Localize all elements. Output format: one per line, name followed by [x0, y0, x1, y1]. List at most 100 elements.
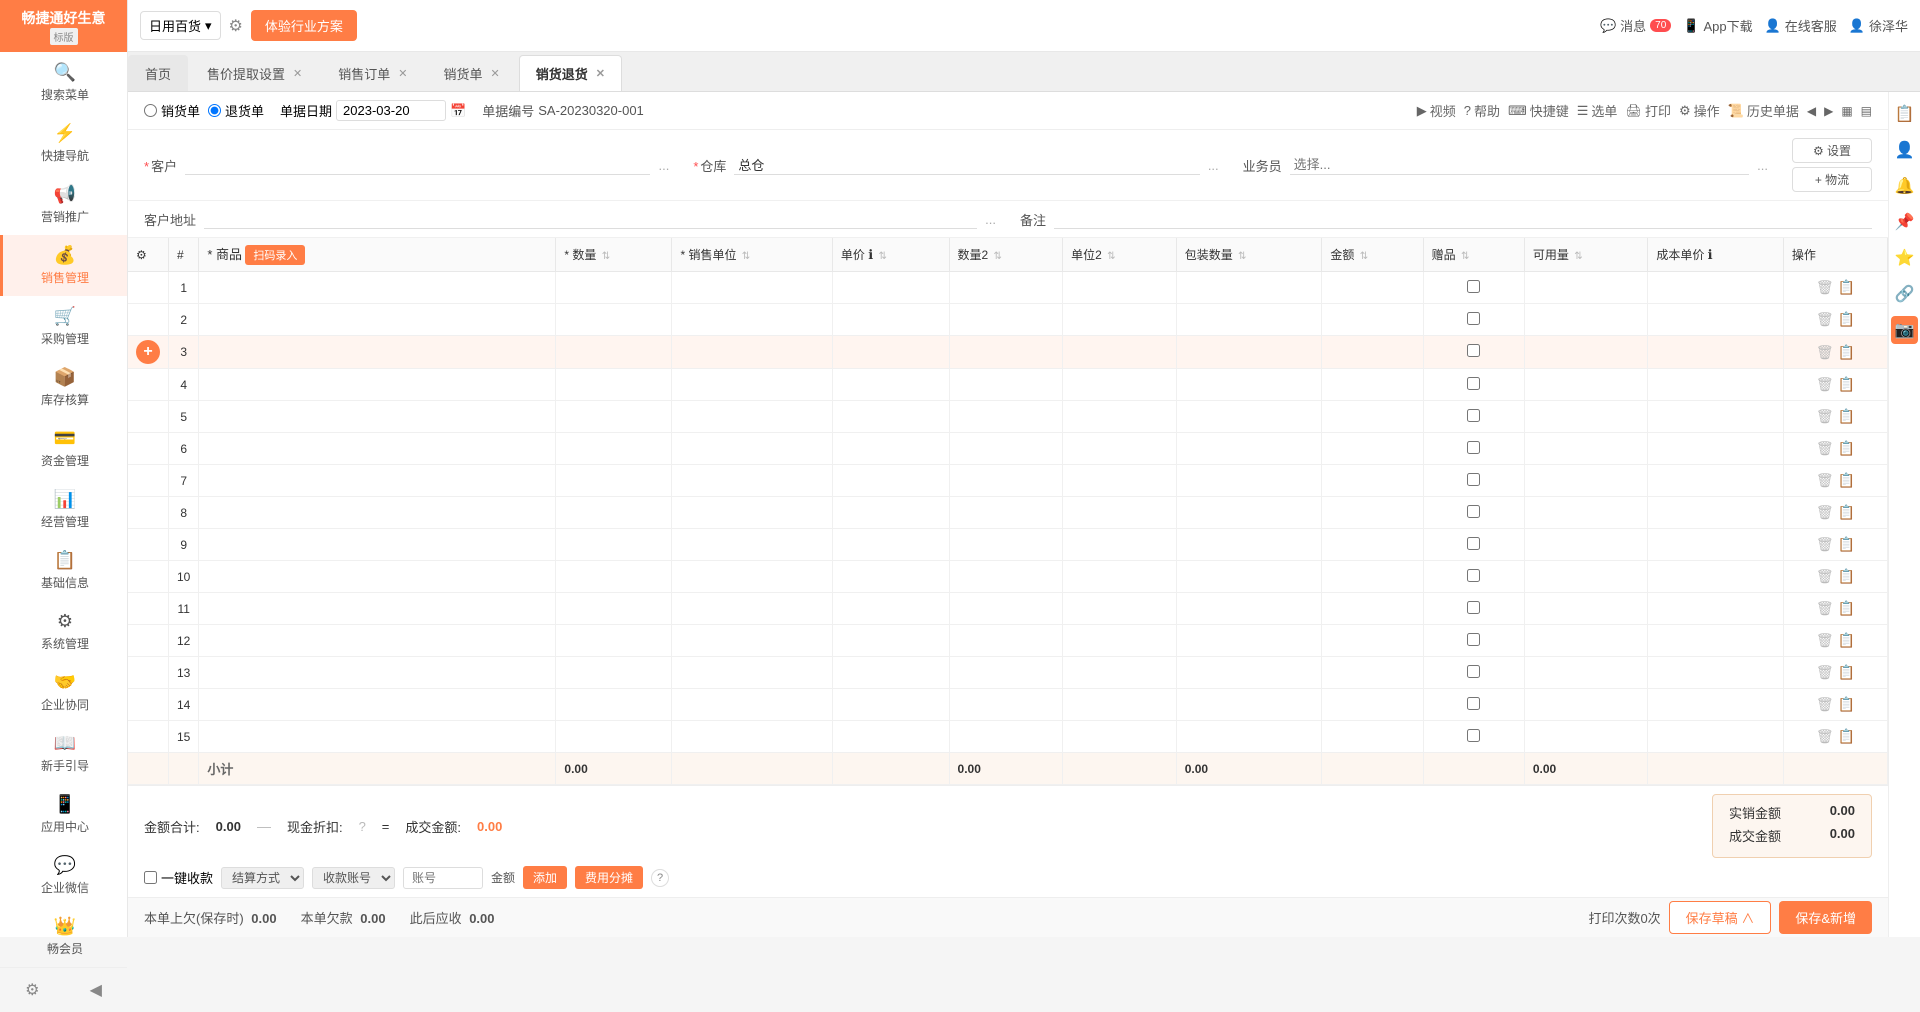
product-input-active[interactable] [207, 345, 547, 360]
gift-checkbox[interactable] [1467, 312, 1480, 325]
sidebar-item-guide[interactable]: 📖 新手引导 [0, 723, 127, 784]
row-qty2[interactable] [949, 336, 1063, 369]
row-sales-unit[interactable] [672, 336, 832, 369]
price-sort-icon[interactable]: ⇅ [879, 251, 887, 262]
qty2-sort-icon[interactable]: ⇅ [994, 251, 1002, 262]
help-btn[interactable]: ? 帮助 [1464, 101, 1500, 120]
account-input[interactable] [403, 867, 483, 889]
save-new-btn[interactable]: 保存&新增 [1779, 901, 1872, 934]
copy-icon[interactable]: 📋 [1838, 664, 1855, 681]
row-pack-qty[interactable] [1176, 272, 1322, 304]
gift-checkbox[interactable] [1467, 473, 1480, 486]
copy-icon[interactable]: 📋 [1838, 311, 1855, 328]
video-btn[interactable]: ▶ 视频 [1417, 101, 1456, 120]
scan-btn[interactable]: 扫码录入 [245, 245, 305, 265]
row-unit-price[interactable] [832, 336, 949, 369]
sidebar-item-marketing[interactable]: 📢 营销推广 [0, 174, 127, 235]
row-pack-qty[interactable] [1176, 304, 1322, 336]
staff-input[interactable] [1290, 155, 1749, 175]
sidebar-item-search[interactable]: 🔍 搜索菜单 [0, 52, 127, 113]
user-profile-btn[interactable]: 👤 徐泽华 [1849, 16, 1908, 35]
online-service-btn[interactable]: 👤 在线客服 [1765, 16, 1837, 35]
row-cost-price[interactable] [1648, 336, 1784, 369]
copy-icon[interactable]: 📋 [1838, 408, 1855, 425]
payment-help-btn[interactable]: ? [651, 869, 669, 887]
delete-icon[interactable]: 🗑 [1816, 536, 1834, 553]
copy-icon[interactable]: 📋 [1838, 632, 1855, 649]
row-unit2[interactable] [1063, 336, 1177, 369]
shortcut-btn[interactable]: ⌨ 快捷键 [1508, 101, 1569, 120]
gift-checkbox[interactable] [1467, 280, 1480, 293]
copy-icon[interactable]: 📋 [1838, 600, 1855, 617]
unit-sort-icon[interactable]: ⇅ [742, 251, 750, 262]
row-available[interactable] [1524, 336, 1647, 369]
row-gift[interactable] [1423, 304, 1524, 336]
sidebar-item-inventory[interactable]: 📦 库存核算 [0, 357, 127, 418]
delete-icon[interactable]: 🗑 [1816, 472, 1834, 489]
right-star-btn[interactable]: ⭐ [1891, 244, 1919, 272]
sidebar-item-system[interactable]: ⚙ 系统管理 [0, 601, 127, 662]
tab-sales-order[interactable]: 销售订单 ✕ [321, 55, 424, 91]
add-row-btn[interactable]: + [136, 340, 160, 364]
row-cost-price[interactable] [1648, 304, 1784, 336]
app-download-btn[interactable]: 📱 App下载 [1683, 16, 1752, 35]
gift-sort-icon[interactable]: ⇅ [1461, 251, 1469, 262]
row-gift[interactable] [1423, 272, 1524, 304]
customer-input[interactable] [185, 155, 650, 175]
delete-icon[interactable]: 🗑 [1816, 376, 1834, 393]
delete-icon[interactable]: 🗑 [1816, 504, 1834, 521]
delete-icon[interactable]: 🗑 [1816, 408, 1834, 425]
copy-icon[interactable]: 📋 [1838, 344, 1855, 361]
sidebar-item-operation[interactable]: 📊 经营管理 [0, 479, 127, 540]
tab-close-icon[interactable]: ✕ [398, 67, 407, 80]
row-amount[interactable] [1322, 304, 1423, 336]
row-available[interactable] [1524, 272, 1647, 304]
price-info-icon[interactable]: ℹ [868, 247, 873, 262]
nav-prev-btn[interactable]: ◀ [1807, 104, 1816, 118]
gift-checkbox[interactable] [1467, 441, 1480, 454]
warehouse-dots[interactable]: ... [1208, 158, 1219, 173]
nav-next-btn[interactable]: ▶ [1824, 104, 1833, 118]
tab-sales[interactable]: 销货单 ✕ [426, 55, 516, 91]
row-qty[interactable] [556, 336, 672, 369]
gift-checkbox[interactable] [1467, 697, 1480, 710]
history-btn[interactable]: 📜 历史单据 [1728, 101, 1799, 120]
sidebar-item-enterprise[interactable]: 🤝 企业协同 [0, 662, 127, 723]
gift-checkbox[interactable] [1467, 729, 1480, 742]
account-select[interactable]: 收款账号 [312, 867, 395, 889]
radio-return-input[interactable] [208, 104, 221, 117]
sidebar-item-sales[interactable]: 💰 销售管理 [0, 235, 127, 296]
delete-icon[interactable]: 🗑 [1816, 440, 1834, 457]
row-available[interactable] [1524, 304, 1647, 336]
one-click-checkbox-input[interactable] [144, 871, 157, 884]
row-unit-price[interactable] [832, 304, 949, 336]
fee-split-btn[interactable]: 费用分摊 [575, 866, 643, 889]
delete-icon[interactable]: 🗑 [1816, 568, 1834, 585]
calendar-icon[interactable]: 📅 [450, 103, 466, 119]
delete-icon[interactable]: 🗑 [1816, 279, 1834, 296]
right-link-btn[interactable]: 🔗 [1891, 280, 1919, 308]
experience-btn[interactable]: 体验行业方案 [251, 10, 357, 41]
account-method-select[interactable]: 结算方式 [221, 867, 304, 889]
row-qty[interactable] [556, 304, 672, 336]
radio-sales[interactable]: 销货单 [144, 101, 200, 120]
sidebar-item-wechat[interactable]: 💬 企业微信 [0, 845, 127, 906]
tab-close-icon[interactable]: ✕ [596, 67, 605, 80]
dropdown-arrow-icon[interactable]: ∧ [1741, 911, 1754, 926]
delete-icon[interactable]: 🗑 [1816, 664, 1834, 681]
address-dots[interactable]: ... [985, 212, 996, 227]
delete-icon[interactable]: 🗑 [1816, 632, 1834, 649]
copy-icon[interactable]: 📋 [1838, 696, 1855, 713]
packqty-sort-icon[interactable]: ⇅ [1238, 251, 1246, 262]
row-unit-price[interactable] [832, 272, 949, 304]
list-view-btn[interactable]: ▤ [1861, 104, 1872, 118]
grid-view-btn[interactable]: ▦ [1841, 104, 1852, 118]
topbar-gear-icon[interactable]: ⚙ [229, 16, 243, 36]
row-sales-unit[interactable] [672, 272, 832, 304]
row-sales-unit[interactable] [672, 304, 832, 336]
sidebar-item-finance[interactable]: 💳 资金管理 [0, 418, 127, 479]
gift-checkbox[interactable] [1467, 505, 1480, 518]
gift-checkbox[interactable] [1467, 569, 1480, 582]
message-btn[interactable]: 💬 消息 70 [1600, 16, 1671, 35]
copy-icon[interactable]: 📋 [1838, 728, 1855, 745]
